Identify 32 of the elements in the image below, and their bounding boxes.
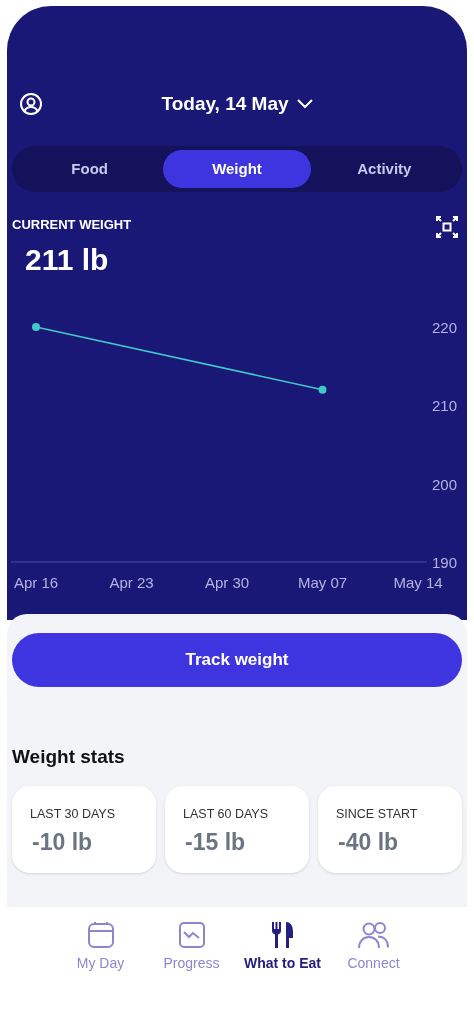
x-tick-label: Apr 23 (109, 573, 154, 591)
y-tick-label: 210 (431, 396, 457, 414)
section-title: Weight stats (12, 745, 126, 769)
stat-label: LAST 30 DAYS (30, 805, 116, 823)
x-tick-label: May 07 (297, 573, 348, 591)
date-selector[interactable]: Today, 14 May (161, 89, 313, 119)
current-weight-value: 211 lb (25, 241, 110, 278)
x-tick-label: Apr 30 (204, 573, 250, 591)
track-weight-button[interactable]: Track weight (12, 633, 462, 687)
nav-item[interactable]: What to Eat (237, 921, 328, 974)
data-point (32, 322, 40, 331)
current-weight-label: CURRENT WEIGHT (12, 216, 132, 234)
people-icon (357, 921, 390, 949)
tab[interactable]: Activity (310, 150, 458, 188)
expand-icon[interactable] (435, 215, 459, 239)
profile-icon[interactable] (19, 92, 43, 116)
y-tick-label: 190 (431, 553, 457, 571)
tab[interactable]: Weight (163, 150, 311, 188)
stat-value: -15 lb (185, 828, 247, 858)
chart-icon (177, 921, 206, 949)
tab[interactable]: Food (16, 150, 164, 188)
stat-label: SINCE START (336, 805, 419, 823)
x-tick-label: May 14 (393, 573, 443, 591)
data-point (318, 385, 327, 394)
stat-value: -40 lb (338, 828, 400, 858)
x-tick-label: Apr 16 (13, 573, 59, 591)
calendar-icon (86, 921, 115, 949)
y-tick-label: 220 (431, 318, 457, 336)
chevron-down-icon (296, 99, 313, 109)
y-tick-label: 200 (431, 475, 457, 493)
stat-value: -10 lb (32, 828, 94, 858)
stat-label: LAST 60 DAYS (183, 805, 269, 823)
